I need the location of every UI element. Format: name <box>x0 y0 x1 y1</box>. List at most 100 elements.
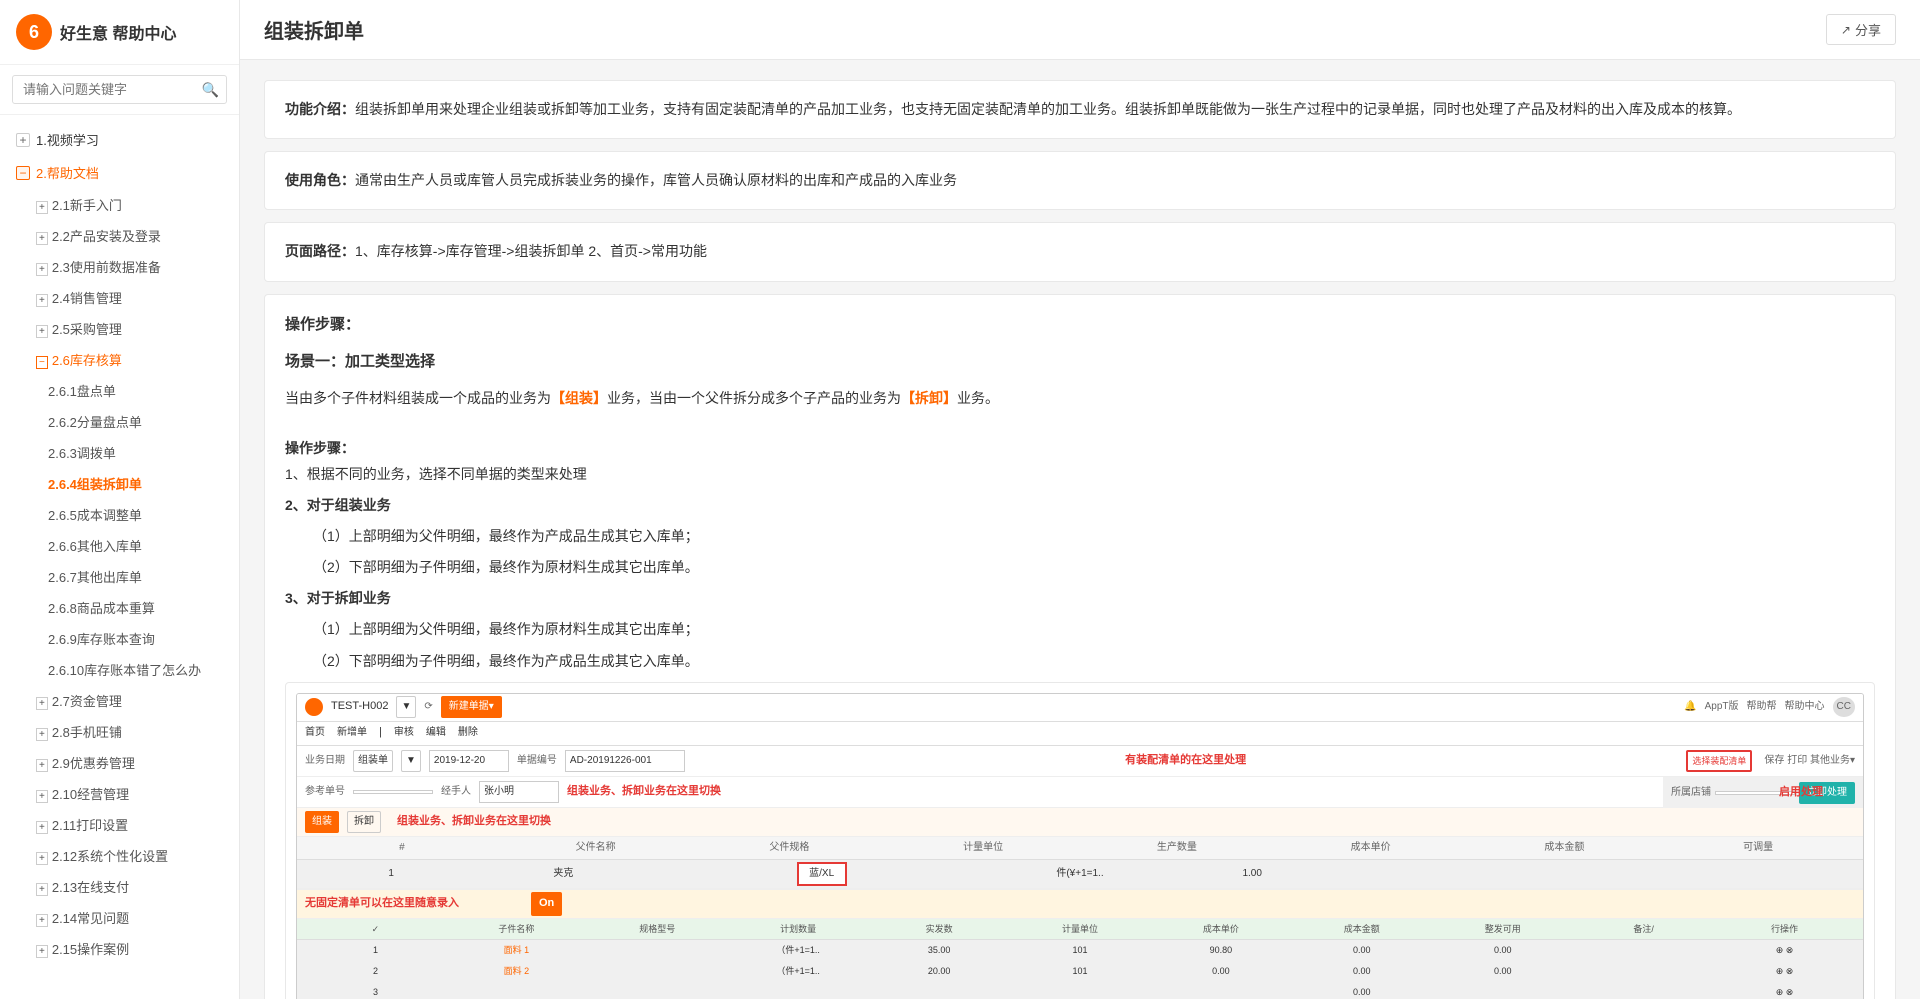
logo-text: 好生意 帮助中心 <box>60 20 176 44</box>
expand-icon-24: + <box>36 294 48 307</box>
on-badge[interactable]: On <box>531 892 562 916</box>
nav-tree: + 1.视频学习 − 2.帮助文档 +2.1新手入门 +2.2产品安装及登录 +… <box>0 115 239 999</box>
sidebar-item-267[interactable]: 2.6.7其他出库单 <box>0 561 239 592</box>
sidebar-item-customize[interactable]: +2.12系统个性化设置 <box>0 840 239 871</box>
mock-second-row: 参考单号 经手人 张小明 组装业务、拆卸业务在这里切换 所属店铺 启用处理 立即 <box>297 777 1863 808</box>
sidebar-item-263[interactable]: 2.6.3调拨单 <box>0 437 239 468</box>
sidebar-item-print[interactable]: +2.11打印设置 <box>0 809 239 840</box>
mock-setting-icon[interactable]: 帮助中心 <box>1785 698 1825 716</box>
mock-date-input[interactable]: 2019-12-20 <box>429 750 509 772</box>
sidebar-item-docs[interactable]: − 2.帮助文档 <box>0 156 239 189</box>
role-text: 使用角色：通常由生产人员或库管人员完成拆装业务的操作，库管人员确认原材料的出库和… <box>285 168 1875 193</box>
mock-label-num: 参考单号 <box>305 783 345 801</box>
role-body: 通常由生产人员或库管人员完成拆装业务的操作，库管人员确认原材料的出库和产成品的入… <box>355 172 957 188</box>
sidebar-item-newuser[interactable]: +2.1新手入门 <box>0 189 239 220</box>
sidebar-item-install[interactable]: +2.2产品安装及登录 <box>0 220 239 251</box>
ops-card: 操作步骤： 场景一：加工类型选择 当由多个子件材料组装成一个成品的业务为【组装】… <box>264 294 1896 999</box>
sidebar-item-262[interactable]: 2.6.2分量盘点单 <box>0 406 239 437</box>
sidebar-item-mobile[interactable]: +2.8手机旺铺 <box>0 716 239 747</box>
sidebar-item-269[interactable]: 2.6.9库存账本查询 <box>0 623 239 654</box>
ops-title: 操作步骤： <box>285 311 1875 338</box>
sidebar-item-sales[interactable]: +2.4销售管理 <box>0 282 239 313</box>
screenshot-container: TEST-H002 ▼ ⟳ 新建单据▾ 🔔 AppT版 帮助帮 帮助中心 CC … <box>285 682 1875 999</box>
mock-person-input[interactable]: 张小明 <box>479 781 559 803</box>
intro-text: 功能介绍：组装拆卸单用来处理企业组装或拆卸等加工业务，支持有固定装配清单的产品加… <box>285 97 1875 122</box>
content-area: 功能介绍：组装拆卸单用来处理企业组装或拆卸等加工业务，支持有固定装配清单的产品加… <box>240 60 1920 999</box>
nav-label-1: 1.视频学习 <box>36 130 99 149</box>
mock-status-select[interactable]: ▼ <box>401 750 421 772</box>
mock-th-avail: 可调量 <box>1661 839 1855 857</box>
mock-form-row2: 参考单号 经手人 张小明 组装业务、拆卸业务在这里切换 <box>297 777 1663 808</box>
logo-area: 6 好生意 帮助中心 <box>0 0 239 65</box>
sidebar-item-purchase[interactable]: +2.5采购管理 <box>0 313 239 344</box>
mock-assemble-btn[interactable]: 组装 <box>305 811 339 833</box>
intro-card: 功能介绍：组装拆卸单用来处理企业组装或拆卸等加工业务，支持有固定装配清单的产品加… <box>264 80 1896 139</box>
expand-icon-23: + <box>36 263 48 276</box>
mock-actions: 保存 打印 其他业务▾ <box>1764 752 1855 770</box>
mock-menu-home[interactable]: 首页 <box>305 724 325 742</box>
sidebar-item-video[interactable]: + 1.视频学习 <box>0 123 239 156</box>
sidebar-item-ops[interactable]: +2.10经营管理 <box>0 778 239 809</box>
mock-label-date: 业务日期 <box>305 752 345 770</box>
sidebar-item-inventory[interactable]: −2.6库存核算 <box>0 344 239 375</box>
sidebar-item-funds[interactable]: +2.7资金管理 <box>0 685 239 716</box>
page-title: 组装拆卸单 <box>264 15 364 44</box>
sidebar-item-faq[interactable]: +2.14常见问题 <box>0 902 239 933</box>
logo-icon: 6 <box>16 14 52 50</box>
mock-help-link[interactable]: 帮助帮 <box>1747 698 1777 716</box>
intro-body: 组装拆卸单用来处理企业组装或拆卸等加工业务，支持有固定装配清单的产品加工业务，也… <box>355 101 1741 117</box>
mock-new-order-btn[interactable]: 新建单据▾ <box>441 696 502 718</box>
mock-sub-row3: 3 0.00 ⊕ ⊗ <box>297 982 1863 999</box>
topbar: 组装拆卸单 ↗ 分享 <box>240 0 1920 60</box>
sidebar-item-coupons[interactable]: +2.9优惠券管理 <box>0 747 239 778</box>
path-label: 页面路径： <box>285 243 355 259</box>
mock-upper-row1: 1 夹克 蓝/XL 件(¥+1=1.. 1.00 <box>297 860 1863 889</box>
mock-th-seq: # <box>305 839 499 857</box>
sidebar-item-265[interactable]: 2.6.5成本调整单 <box>0 499 239 530</box>
mock-menu-audit[interactable]: 审核 <box>394 724 414 742</box>
mock-billno-input[interactable]: AD-20191226-001 <box>565 750 685 772</box>
sidebar-item-payment[interactable]: +2.13在线支付 <box>0 871 239 902</box>
mock-sub-th-plan: 计划数量 <box>728 921 869 937</box>
sidebar-item-2610[interactable]: 2.6.10库存账本错了怎么办 <box>0 654 239 685</box>
share-button[interactable]: ↗ 分享 <box>1826 14 1896 45</box>
step2-sub1: （1）上部明细为父件明细，最终作为产成品生成其它入库单； <box>313 524 1875 549</box>
mock-sub-th-amt: 成本金额 <box>1291 921 1432 937</box>
search-area: 🔍 <box>0 65 239 115</box>
mock-store-select[interactable]: ▼ <box>396 696 416 718</box>
mock-lower-table-header: 无固定清单可以在这里随意录入 On <box>297 889 1863 919</box>
sidebar-item-cases[interactable]: +2.15操作案例 <box>0 933 239 964</box>
sidebar-item-268[interactable]: 2.6.8商品成本重算 <box>0 592 239 623</box>
mock-type-select[interactable]: 组装单 <box>353 750 393 772</box>
mock-menu-edit[interactable]: 编辑 <box>426 724 446 742</box>
mock-sku-input1[interactable]: 蓝/XL <box>797 862 847 886</box>
mock-app-store-link[interactable]: AppT版 <box>1705 698 1739 716</box>
mock-menu-new[interactable]: 新增单 <box>337 724 367 742</box>
sidebar-item-261[interactable]: 2.6.1盘点单 <box>0 375 239 406</box>
mock-sub-th-avail: 整发可用 <box>1432 921 1573 937</box>
sidebar-item-264[interactable]: 2.6.4组装拆卸单 <box>0 468 239 499</box>
mock-ann1-btn[interactable]: 选择装配清单 <box>1686 750 1752 772</box>
mock-menu-del[interactable]: 删除 <box>458 724 478 742</box>
search-icon[interactable]: 🔍 <box>202 81 219 98</box>
main-area: 组装拆卸单 ↗ 分享 功能介绍：组装拆卸单用来处理企业组装或拆卸等加工业务，支持… <box>240 0 1920 999</box>
mock-ann3-text: 启用处理 <box>1779 783 1823 803</box>
mock-td-sku1: 蓝/XL <box>649 862 993 886</box>
mock-sub-th-check: ✓ <box>305 921 446 937</box>
ops-steps-title: 操作步骤： <box>285 436 1875 461</box>
mock-sub-table: ✓ 子件名称 规格型号 计划数量 实发数 计量单位 成本单价 成本金额 整发可用… <box>297 919 1863 999</box>
mock-sub-header: ✓ 子件名称 规格型号 计划数量 实发数 计量单位 成本单价 成本金额 整发可用… <box>297 919 1863 940</box>
mock-upper-table: # 父件名称 父件规格 计量单位 生产数量 成本单价 成本金额 可调量 1 夹克 <box>297 837 1863 889</box>
search-input[interactable] <box>12 75 227 104</box>
sidebar-item-266[interactable]: 2.6.6其他入库单 <box>0 530 239 561</box>
mock-th-sku: 父件规格 <box>693 839 887 857</box>
mock-refresh-icon: ⟳ <box>424 698 432 716</box>
mock-disassemble-btn[interactable]: 拆卸 <box>347 811 381 833</box>
sidebar-item-data-prep[interactable]: +2.3使用前数据准备 <box>0 251 239 282</box>
mock-sub-th-ops: 行操作 <box>1714 921 1855 937</box>
mock-td-seq1: 1 <box>305 865 477 883</box>
mock-ann1-text: 有装配清单的在这里处理 <box>693 751 1679 771</box>
expand-icon-2: − <box>16 166 30 180</box>
mock-ref-input[interactable] <box>353 790 433 794</box>
step3-sub1: （1）上部明细为父件明细，最终作为原材料生成其它出库单； <box>313 617 1875 642</box>
